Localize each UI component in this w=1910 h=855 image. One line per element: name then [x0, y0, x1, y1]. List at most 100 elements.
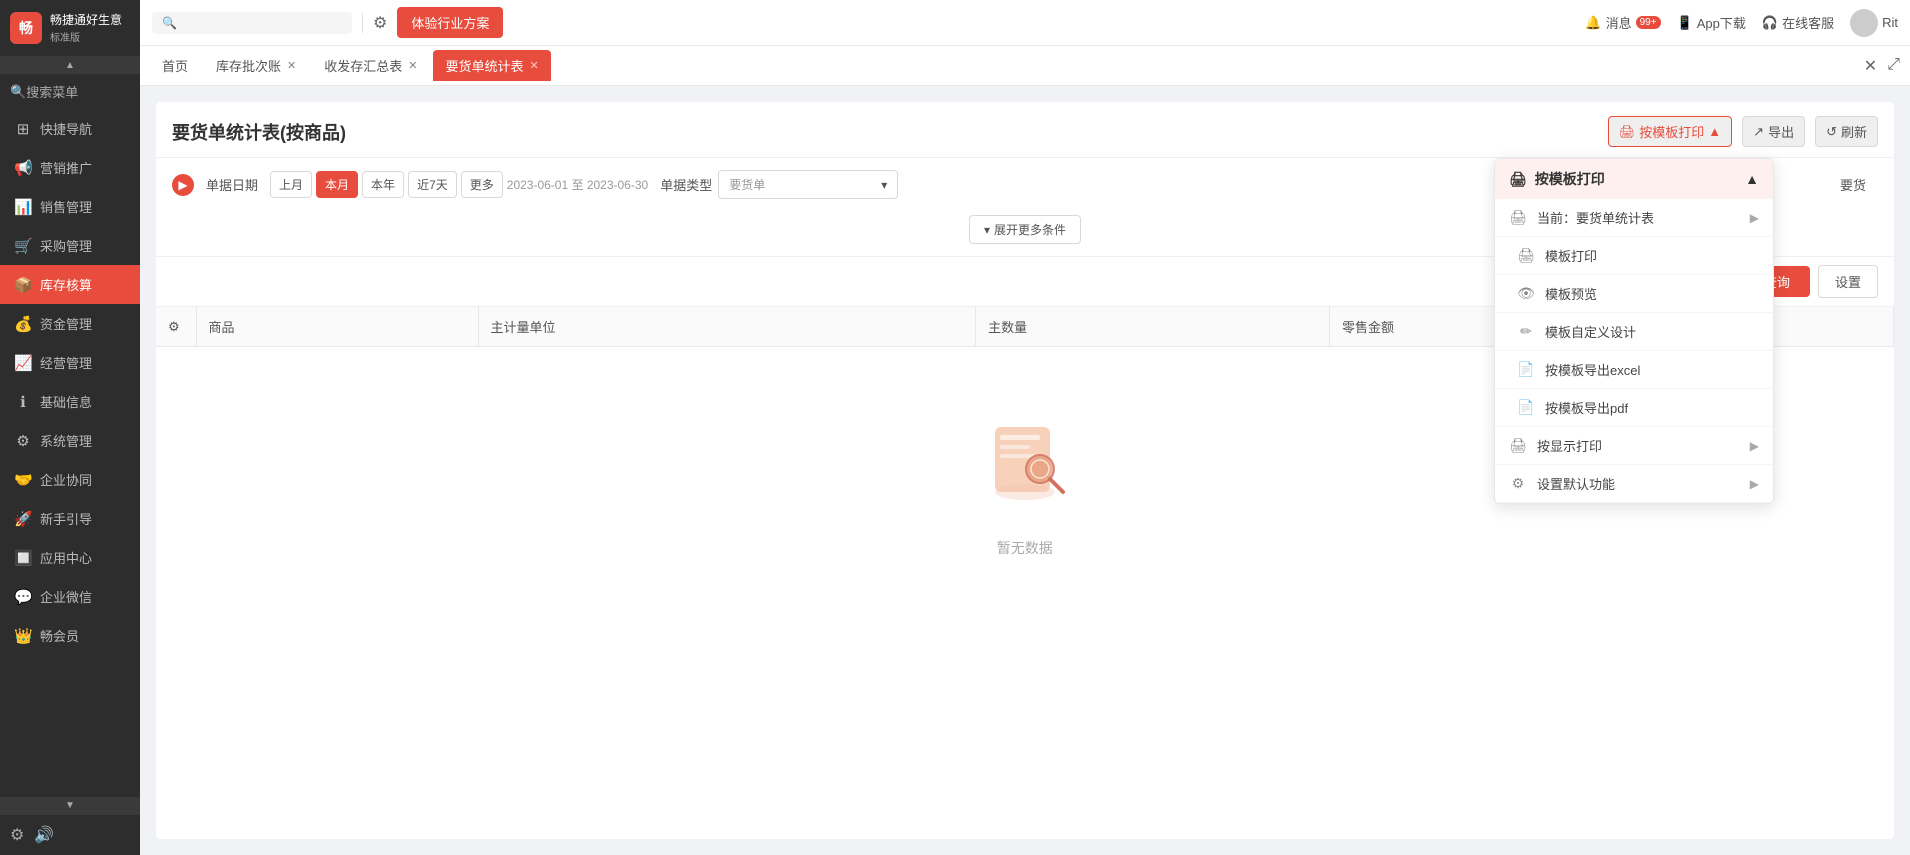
trial-btn[interactable]: 体验行业方案	[397, 7, 503, 38]
export-pdf-icon: 📄	[1517, 399, 1535, 416]
sidebar-item-marketing[interactable]: 📢 营销推广	[0, 148, 140, 187]
search-icon: 🔍	[10, 84, 26, 100]
template-print-icon: 🖨	[1517, 247, 1535, 264]
date-btn-this-year[interactable]: 本年	[362, 171, 404, 198]
user-name: Rit	[1882, 15, 1898, 30]
sidebar-item-system[interactable]: ⚙ 系统管理	[0, 421, 140, 460]
empty-icon	[975, 407, 1075, 526]
sidebar-item-inventory[interactable]: 📦 库存核算	[0, 265, 140, 304]
date-btn-7days[interactable]: 近7天	[408, 171, 457, 198]
sidebar-logo: 畅 畅捷通好生意 标准版	[0, 0, 140, 57]
refresh-btn[interactable]: ↺ 刷新	[1815, 116, 1878, 147]
tab-receipt-summary-close[interactable]: ✕	[408, 59, 417, 72]
sidebar-item-finance[interactable]: 💰 资金管理	[0, 304, 140, 343]
app-download-btn[interactable]: 📱 App下载	[1677, 13, 1746, 32]
date-btn-more[interactable]: 更多	[461, 171, 503, 198]
tab-expand-close: ✕ ⤢	[1864, 56, 1900, 76]
tab-order-stats[interactable]: 要货单统计表 ✕	[433, 50, 550, 81]
scroll-up-btn[interactable]: ▲	[0, 57, 140, 74]
display-print-icon: 🖨	[1509, 437, 1527, 454]
export-btn[interactable]: ↗ 导出	[1742, 116, 1805, 147]
dropdown-current[interactable]: 🖨 当前：要货单统计表 ▶	[1495, 199, 1773, 237]
wechat-icon: 💬	[14, 588, 32, 606]
topbar-search-icon: 🔍	[162, 16, 177, 30]
headset-icon: 🎧	[1762, 15, 1778, 31]
sidebar-item-basic[interactable]: ℹ 基础信息	[0, 382, 140, 421]
sidebar-item-quick-nav[interactable]: ⊞ 快捷导航	[0, 109, 140, 148]
chevron-right-default-icon: ▶	[1750, 477, 1759, 491]
sidebar-item-collab[interactable]: 🤝 企业协同	[0, 460, 140, 499]
tab-order-stats-close[interactable]: ✕	[530, 59, 539, 72]
topbar-gear-icon[interactable]: ⚙	[373, 13, 387, 33]
sidebar-item-sales[interactable]: 📊 销售管理	[0, 187, 140, 226]
col-unit: 主计量单位	[478, 307, 976, 347]
tab-batch-account[interactable]: 库存批次账 ✕	[204, 50, 308, 81]
sales-icon: 📊	[14, 198, 32, 216]
bell-icon: 🔔	[1585, 15, 1601, 31]
sidebar-item-label: 应用中心	[40, 548, 92, 567]
sidebar-item-operations[interactable]: 📈 经营管理	[0, 343, 140, 382]
messages-badge: 99+	[1636, 16, 1661, 29]
chevron-up-dropdown-icon: ▲	[1745, 171, 1759, 187]
dropdown-header[interactable]: 🖨 按模板打印 ▲	[1495, 159, 1773, 199]
settings-btn[interactable]: 设置	[1818, 265, 1878, 298]
tab-batch-account-close[interactable]: ✕	[287, 59, 296, 72]
sidebar-item-app-center[interactable]: 🔲 应用中心	[0, 538, 140, 577]
dropdown-item-label: 模板打印	[1545, 246, 1597, 265]
settings-bottom-icon[interactable]: ⚙	[10, 825, 24, 845]
member-icon: 👑	[14, 627, 32, 645]
dropdown-default-func-label: 设置默认功能	[1537, 474, 1615, 493]
topbar-search[interactable]: 🔍	[152, 12, 352, 34]
sidebar-item-label: 经营管理	[40, 353, 92, 372]
user-avatar-btn[interactable]: Rit	[1850, 9, 1898, 37]
messages-btn[interactable]: 🔔 消息 99+	[1585, 13, 1660, 32]
dropdown-item-template-preview[interactable]: 👁 模板预览	[1495, 275, 1773, 313]
dropdown-display-print[interactable]: 🖨 按显示打印 ▶	[1495, 427, 1773, 465]
search-menu-btn[interactable]: 🔍 搜索菜单	[0, 74, 140, 109]
sidebar-item-wechat[interactable]: 💬 企业微信	[0, 577, 140, 616]
audio-icon[interactable]: 🔊	[34, 825, 54, 845]
sidebar-item-guide[interactable]: 🚀 新手引导	[0, 499, 140, 538]
dropdown-item-label: 按模板导出pdf	[1545, 398, 1628, 417]
template-print-btn[interactable]: 🖨 按模板打印 ▲	[1608, 116, 1732, 147]
sidebar-item-label: 新手引导	[40, 509, 92, 528]
logo-text-block: 畅捷通好生意 标准版	[50, 12, 122, 44]
close-tabs-icon[interactable]: ✕	[1864, 56, 1877, 76]
date-btn-this-month[interactable]: 本月	[316, 171, 358, 198]
inventory-icon: 📦	[14, 276, 32, 294]
main-area: 🔍 ⚙ 体验行业方案 🔔 消息 99+ 📱 App下载 🎧 在线客服 Rit	[140, 0, 1910, 855]
online-support-btn[interactable]: 🎧 在线客服	[1762, 13, 1834, 32]
sidebar-item-label: 采购管理	[40, 236, 92, 255]
scroll-down-btn[interactable]: ▼	[0, 797, 140, 814]
refresh-label: 刷新	[1841, 122, 1867, 141]
tab-home[interactable]: 首页	[150, 50, 200, 81]
tab-order-stats-label: 要货单统计表	[445, 56, 523, 75]
page-card: 要货单统计表(按商品) 🖨 按模板打印 ▲ ↗ 导出 ↺ 刷新	[156, 102, 1894, 839]
expand-tabs-icon[interactable]: ⤢	[1887, 56, 1900, 76]
dropdown-item-label: 模板预览	[1545, 284, 1597, 303]
sidebar-item-label: 库存核算	[40, 275, 92, 294]
sidebar-item-purchase[interactable]: 🛒 采购管理	[0, 226, 140, 265]
collab-icon: 🤝	[14, 471, 32, 489]
dropdown-item-template-custom[interactable]: ✏ 模板自定义设计	[1495, 313, 1773, 351]
dropdown-item-export-excel[interactable]: 📄 按模板导出excel	[1495, 351, 1773, 389]
sidebar-item-label: 畅会员	[40, 626, 79, 645]
type-select-label: 要货单	[729, 176, 769, 193]
export-label: 导出	[1768, 122, 1794, 141]
sidebar: 畅 畅捷通好生意 标准版 ▲ 🔍 搜索菜单 ⊞ 快捷导航 📢 营销推广 📊 销售…	[0, 0, 140, 855]
filter-toggle-btn[interactable]: ▶	[172, 174, 194, 196]
expand-more-btn[interactable]: ▾ 展开更多条件	[969, 215, 1081, 244]
dropdown-title: 按模板打印	[1535, 169, 1605, 189]
default-func-icon: ⚙	[1509, 475, 1527, 492]
date-btn-last-month[interactable]: 上月	[270, 171, 312, 198]
empty-text: 暂无数据	[997, 538, 1053, 558]
sidebar-item-member[interactable]: 👑 畅会员	[0, 616, 140, 655]
dropdown-item-export-pdf[interactable]: 📄 按模板导出pdf	[1495, 389, 1773, 427]
dropdown-item-template-print[interactable]: 🖨 模板打印	[1495, 237, 1773, 275]
type-select[interactable]: 要货单 ▾	[718, 170, 898, 199]
tab-receipt-summary[interactable]: 收发存汇总表 ✕	[312, 50, 429, 81]
chevron-right-display-icon: ▶	[1750, 439, 1759, 453]
content-area: 要货单统计表(按商品) 🖨 按模板打印 ▲ ↗ 导出 ↺ 刷新	[140, 86, 1910, 855]
dropdown-default-func[interactable]: ⚙ 设置默认功能 ▶	[1495, 465, 1773, 503]
table-settings-icon[interactable]: ⚙	[168, 319, 180, 334]
